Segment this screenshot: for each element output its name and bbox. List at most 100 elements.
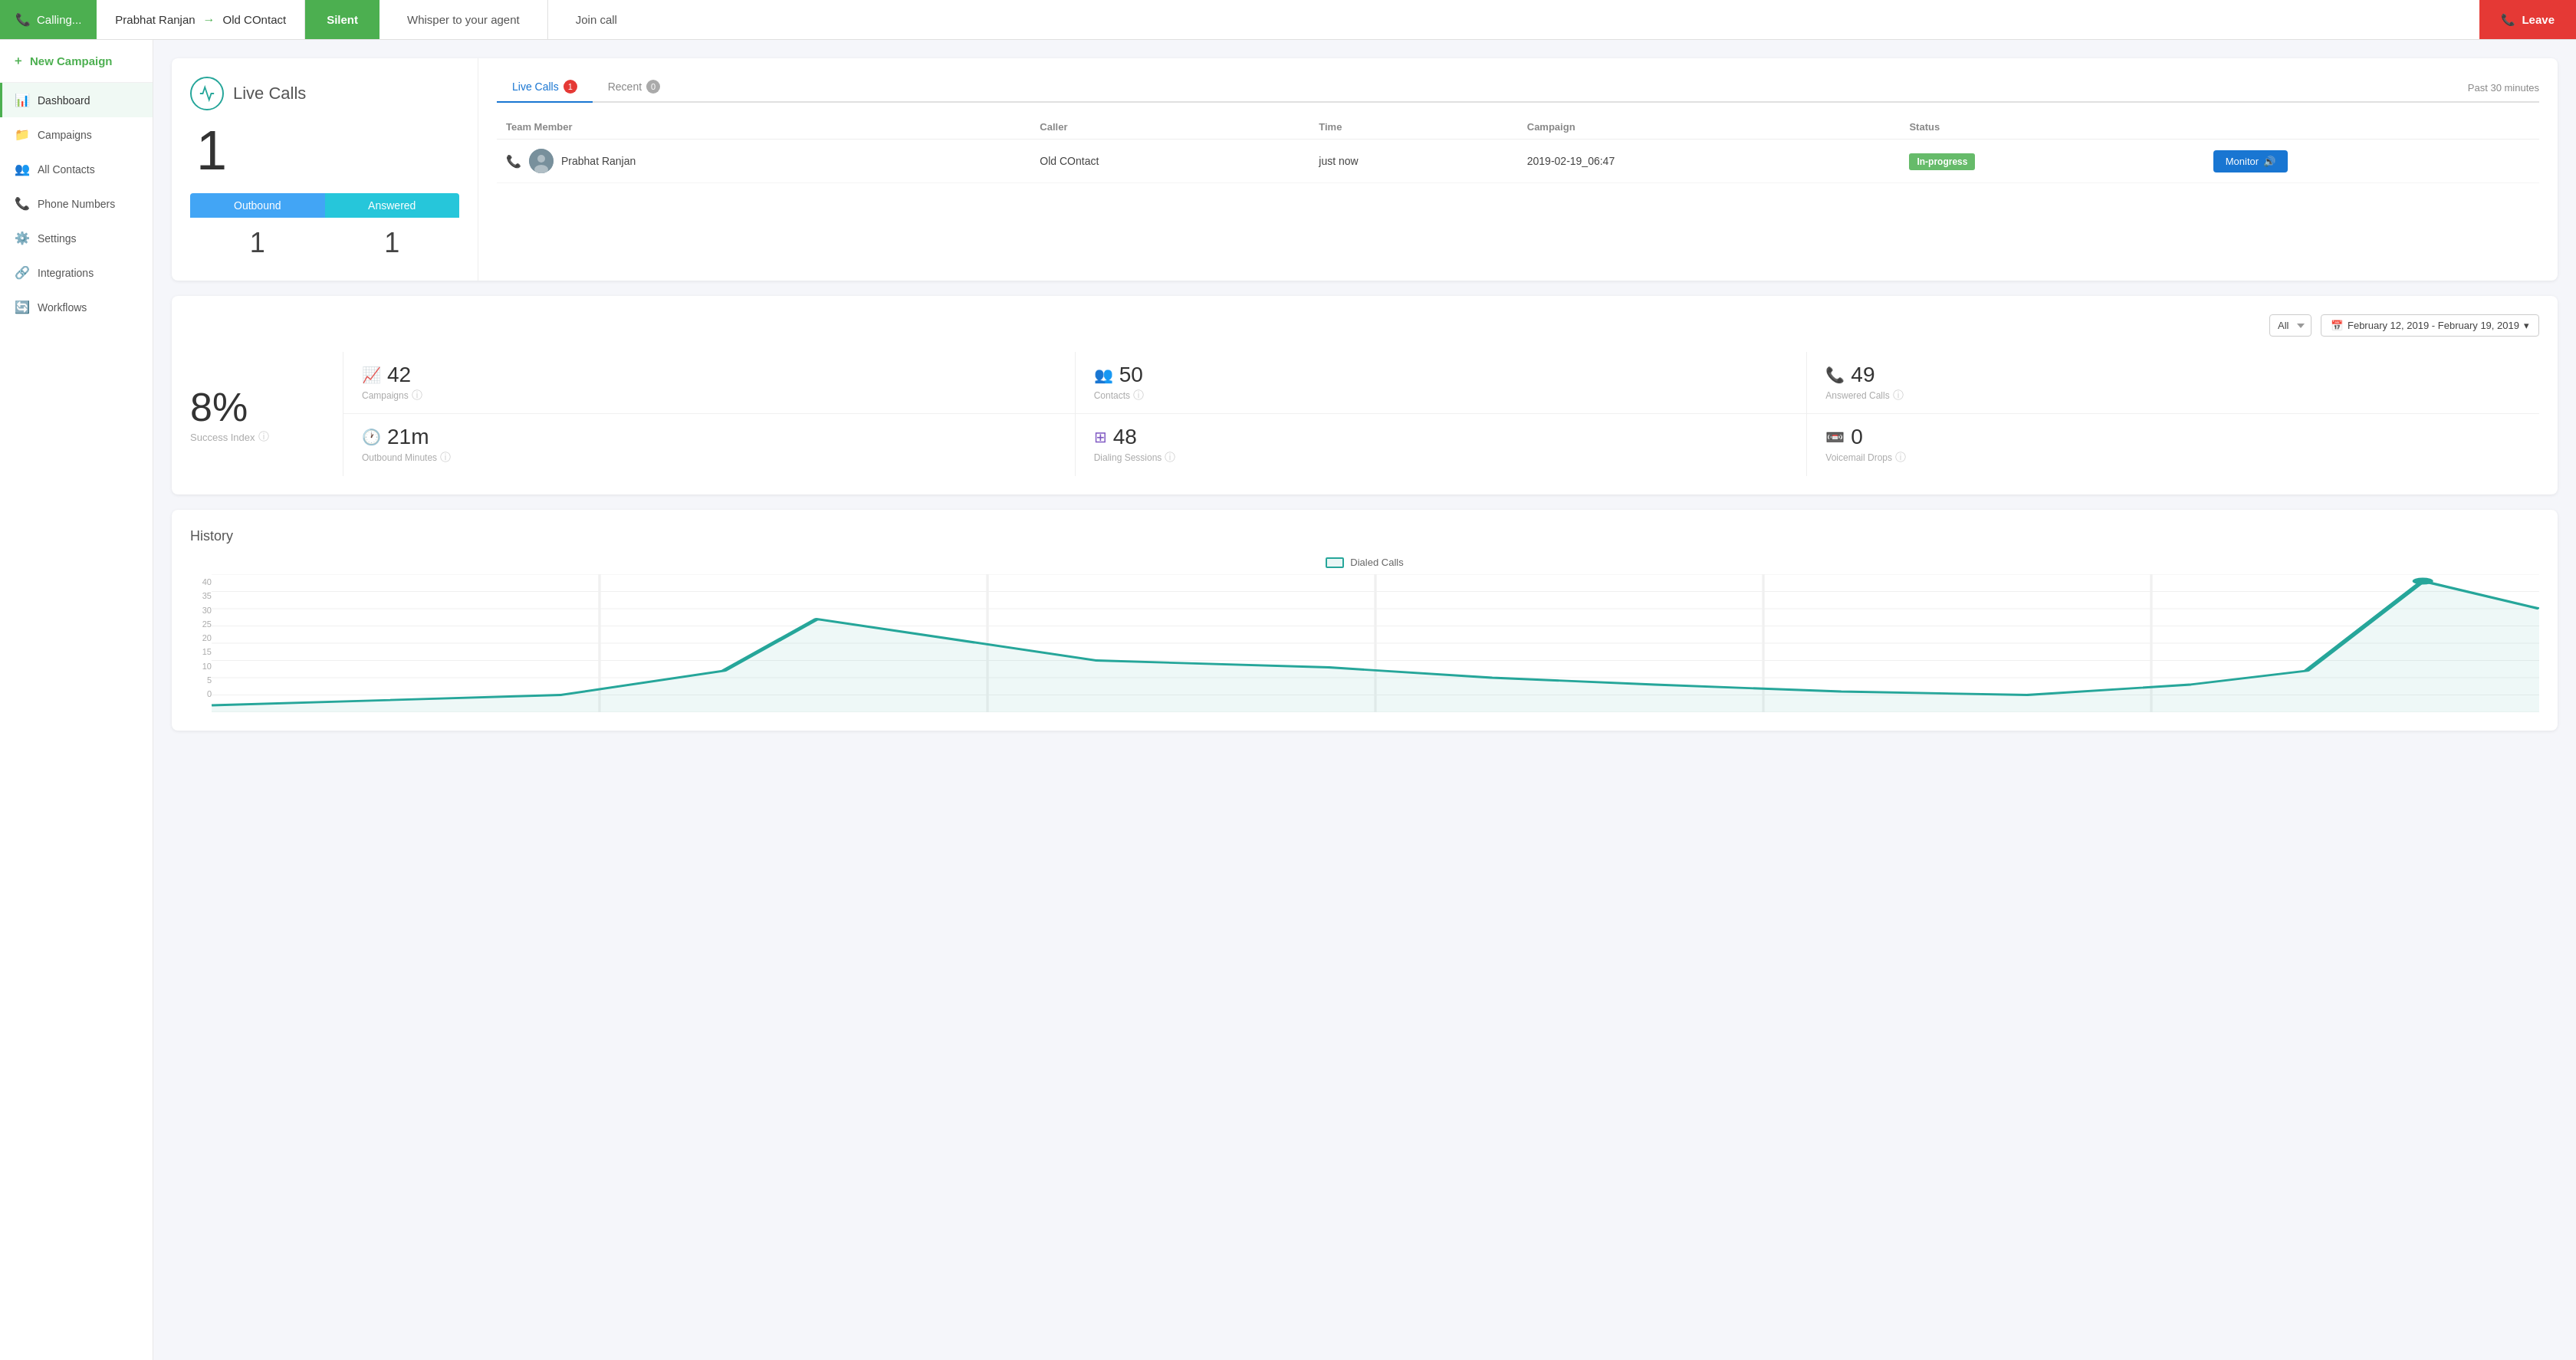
filter-select[interactable]: All (2269, 314, 2312, 337)
col-campaign: Campaign (1518, 115, 1901, 140)
tab-live-calls[interactable]: Live Calls 1 (497, 74, 593, 103)
success-index-panel: 8% Success Index ⓘ (190, 352, 343, 476)
stat-contacts: 👥 50 Contacts ⓘ (1076, 352, 1807, 414)
info-icon-success[interactable]: ⓘ (258, 430, 269, 444)
cell-action: Monitor 🔊 (2204, 140, 2539, 183)
stats-col-1: 📈 42 Campaigns ⓘ 🕐 21m (343, 352, 1076, 476)
live-calls-table: Team Member Caller Time Campaign Status (497, 115, 2539, 183)
settings-icon: ⚙️ (15, 231, 30, 245)
recent-badge: 0 (646, 80, 660, 94)
col-time: Time (1309, 115, 1517, 140)
y-label-35: 35 (190, 591, 212, 600)
info-icon-campaigns[interactable]: ⓘ (412, 389, 422, 402)
live-calls-right-panel: Live Calls 1 Recent 0 Past 30 minutes Te… (478, 58, 2558, 281)
phone-numbers-icon: 📞 (15, 196, 30, 211)
agent-name: Prabhat Ranjan (115, 13, 195, 26)
date-range-picker[interactable]: 📅 February 12, 2019 - February 19, 2019 … (2321, 314, 2539, 337)
avatar (529, 149, 554, 173)
clock-icon: 🕐 (362, 428, 381, 446)
sidebar-item-campaigns[interactable]: 📁 Campaigns (0, 117, 153, 152)
live-calls-count: 1 (190, 123, 459, 178)
legend-color-dialed (1326, 557, 1344, 568)
y-label-30: 30 (190, 606, 212, 615)
call-status-icon: 📞 (506, 154, 521, 169)
live-calls-left-panel: Live Calls 1 Outbound 1 Answered 1 (172, 58, 478, 281)
calendar-icon: 📅 (2331, 320, 2343, 331)
live-calls-badge: 1 (564, 80, 577, 94)
time-filter-label: Past 30 minutes (2468, 82, 2539, 94)
sidebar: ＋ New Campaign 📊 Dashboard 📁 Campaigns 👥… (0, 40, 153, 1360)
dashboard-icon: 📊 (15, 93, 30, 107)
live-calls-title: Live Calls (233, 84, 306, 103)
silent-button[interactable]: Silent (305, 0, 380, 39)
live-calls-icon (190, 77, 224, 110)
history-section: History Dialed Calls 0 5 10 15 20 25 30 (172, 510, 2558, 731)
campaigns-stat-icon: 📈 (362, 366, 381, 384)
info-icon-dialing[interactable]: ⓘ (1165, 451, 1175, 465)
workflows-icon: 🔄 (15, 300, 30, 314)
history-svg (212, 574, 2539, 712)
dialing-icon: ⊞ (1094, 428, 1107, 446)
leave-button[interactable]: 📞 Leave (2479, 0, 2576, 39)
cell-status: In-progress (1900, 140, 2203, 183)
main-layout: ＋ New Campaign 📊 Dashboard 📁 Campaigns 👥… (0, 40, 2576, 1360)
y-label-20: 20 (190, 633, 212, 642)
sidebar-item-integrations[interactable]: 🔗 Integrations (0, 255, 153, 290)
sidebar-item-dashboard[interactable]: 📊 Dashboard (0, 83, 153, 117)
live-calls-tabs: Live Calls 1 Recent 0 Past 30 minutes (497, 74, 2539, 103)
phone-answered-icon: 📞 (1825, 366, 1845, 384)
y-label-25: 25 (190, 619, 212, 629)
y-label-10: 10 (190, 662, 212, 671)
whisper-button[interactable]: Whisper to your agent (380, 0, 548, 39)
y-label-0: 0 (190, 689, 212, 698)
contacts-stat-icon: 👥 (1094, 366, 1113, 384)
info-icon-contacts[interactable]: ⓘ (1133, 389, 1144, 402)
sidebar-item-all-contacts[interactable]: 👥 All Contacts (0, 152, 153, 186)
cell-caller: Old COntact (1030, 140, 1309, 183)
live-calls-section: Live Calls 1 Outbound 1 Answered 1 (172, 58, 2558, 281)
info-icon-voicemail[interactable]: ⓘ (1895, 451, 1906, 465)
main-content: Live Calls 1 Outbound 1 Answered 1 (153, 40, 2576, 1360)
join-call-button[interactable]: Join call (548, 0, 645, 39)
sidebar-item-workflows[interactable]: 🔄 Workflows (0, 290, 153, 324)
cell-team-member: 📞 Prabhat Ranjan (497, 140, 1030, 183)
svg-point-1 (537, 155, 545, 163)
stat-voicemail-drops: 📼 0 Voicemail Drops ⓘ (1807, 414, 2539, 476)
col-action (2204, 115, 2539, 140)
stat-outbound-minutes: 🕐 21m Outbound Minutes ⓘ (343, 414, 1075, 476)
monitor-button[interactable]: Monitor 🔊 (2213, 150, 2288, 172)
stat-campaigns: 📈 42 Campaigns ⓘ (343, 352, 1075, 414)
table-row: 📞 Prabhat Ranjan (497, 140, 2539, 183)
outbound-bar: Outbound (190, 193, 325, 218)
chevron-down-icon: ▾ (2524, 320, 2529, 331)
stat-dialing-sessions: ⊞ 48 Dialing Sessions ⓘ (1076, 414, 1807, 476)
topbar: 📞 Calling... Prabhat Ranjan → Old COntac… (0, 0, 2576, 40)
new-campaign-button[interactable]: ＋ New Campaign (0, 40, 153, 83)
success-index-value: 8% (190, 384, 248, 430)
contact-name: Old COntact (223, 13, 287, 26)
info-icon-answered[interactable]: ⓘ (1893, 389, 1904, 402)
integrations-icon: 🔗 (15, 265, 30, 280)
campaigns-icon: 📁 (15, 127, 30, 142)
contacts-icon: 👥 (15, 162, 30, 176)
history-chart: 0 5 10 15 20 25 30 35 40 (190, 574, 2539, 712)
plus-icon: ＋ (12, 54, 24, 68)
sidebar-item-settings[interactable]: ⚙️ Settings (0, 221, 153, 255)
voicemail-icon: 📼 (1825, 428, 1845, 446)
stats-grid: 8% Success Index ⓘ 📈 42 Campaigns (190, 352, 2539, 476)
outbound-answered-bar: Outbound 1 Answered 1 (190, 193, 459, 262)
status-badge: In-progress (1909, 153, 1975, 170)
stats-filter: All 📅 February 12, 2019 - February 19, 2… (190, 314, 2539, 337)
y-label-5: 5 (190, 675, 212, 685)
cell-campaign: 2019-02-19_06:47 (1518, 140, 1901, 183)
col-status: Status (1900, 115, 2203, 140)
outbound-count: 1 (190, 218, 325, 262)
svg-point-18 (2413, 578, 2433, 585)
stat-answered-calls: 📞 49 Answered Calls ⓘ (1807, 352, 2539, 414)
arrow-icon: → (203, 13, 215, 27)
info-icon-minutes[interactable]: ⓘ (440, 451, 451, 465)
tab-recent[interactable]: Recent 0 (593, 74, 675, 103)
answered-count: 1 (325, 218, 460, 262)
volume-icon: 🔊 (2263, 156, 2275, 167)
sidebar-item-phone-numbers[interactable]: 📞 Phone Numbers (0, 186, 153, 221)
